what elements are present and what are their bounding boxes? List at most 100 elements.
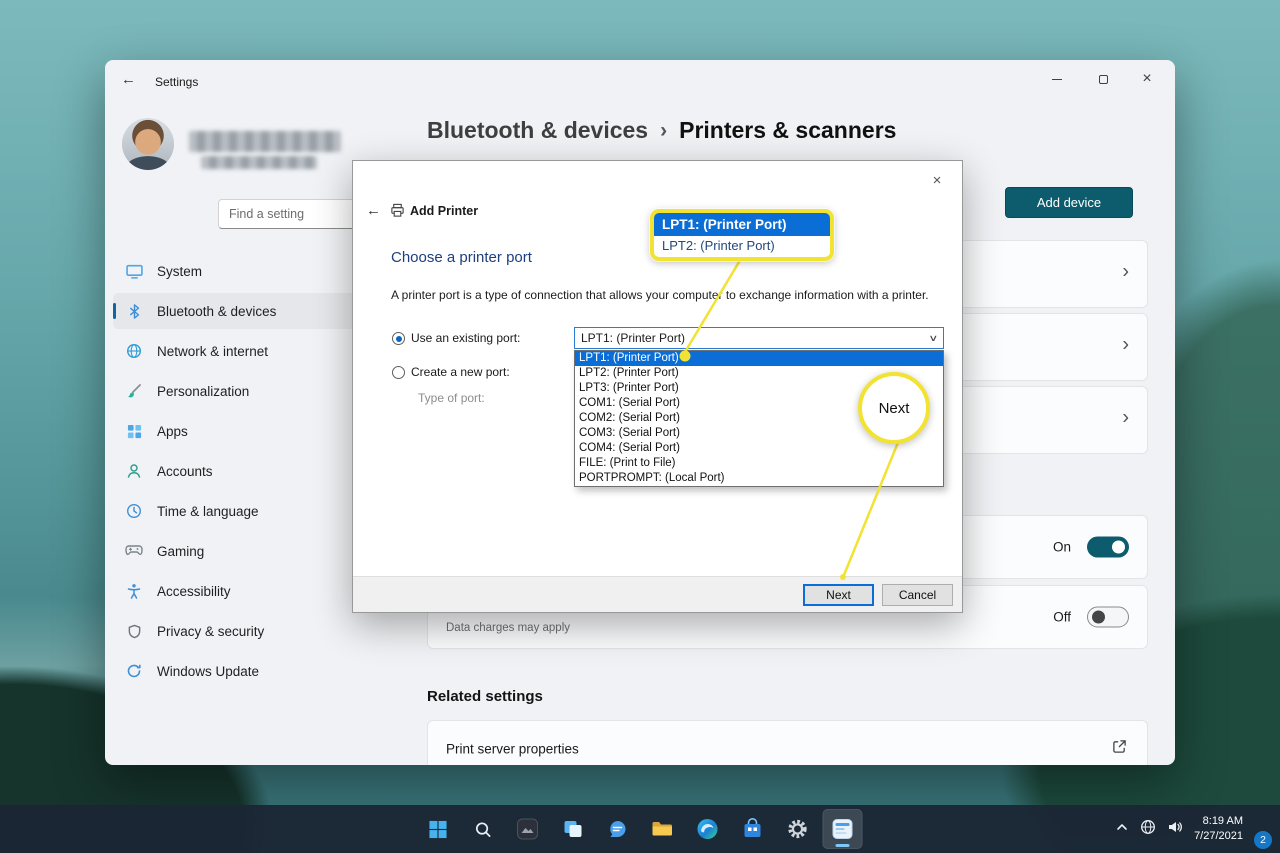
clock[interactable]: 8:19 AM 7/27/2021 bbox=[1194, 814, 1243, 845]
active-app-icon bbox=[832, 819, 853, 839]
sidebar-item-time-language[interactable]: Time & language bbox=[113, 493, 391, 529]
volume-tray-button[interactable] bbox=[1167, 819, 1183, 840]
store-icon bbox=[744, 818, 761, 837]
settings-taskbar-button[interactable] bbox=[778, 809, 818, 849]
pinned-app-dark-button[interactable] bbox=[508, 809, 548, 849]
gaming-icon bbox=[125, 545, 143, 557]
network-tray-button[interactable] bbox=[1140, 819, 1156, 840]
sidebar-item-bluetooth-devices[interactable]: Bluetooth & devices bbox=[113, 293, 391, 329]
sidebar-item-apps[interactable]: Apps bbox=[113, 413, 391, 449]
port-callout: LPT1: (Printer Port) LPT2: (Printer Port… bbox=[650, 209, 834, 261]
dialog-back-button[interactable]: ← bbox=[366, 202, 381, 219]
running-indicator bbox=[835, 844, 850, 847]
settings-back-button[interactable]: ← bbox=[121, 71, 136, 88]
chevron-up-icon bbox=[1117, 823, 1127, 830]
apps-icon bbox=[125, 424, 143, 439]
radio-create-new-label: Create a new port: bbox=[411, 365, 510, 379]
dialog-title: Add Printer bbox=[410, 204, 479, 218]
tray-date: 7/27/2021 bbox=[1194, 830, 1243, 842]
window-title: Settings bbox=[155, 75, 199, 89]
type-of-port-label: Type of port: bbox=[418, 391, 485, 405]
cancel-button[interactable]: Cancel bbox=[882, 584, 953, 606]
settings-sidebar: System Bluetooth & devices Network & int… bbox=[113, 253, 391, 693]
taskbar: 8:19 AM 7/27/2021 2 bbox=[0, 805, 1280, 853]
chevron-down-icon: ∨ bbox=[928, 332, 939, 343]
file-explorer-button[interactable] bbox=[643, 809, 683, 849]
radio-create-new-port[interactable] bbox=[392, 366, 405, 379]
personalization-icon bbox=[125, 383, 143, 399]
dialog-footer: Next Cancel bbox=[353, 576, 962, 612]
network-icon bbox=[125, 343, 143, 359]
active-app-button[interactable] bbox=[822, 809, 863, 849]
sidebar-item-label: Personalization bbox=[157, 383, 250, 399]
start-button[interactable] bbox=[418, 809, 458, 849]
gear-icon bbox=[788, 819, 807, 839]
print-server-label: Print server properties bbox=[446, 741, 579, 757]
task-view-button[interactable] bbox=[553, 809, 593, 849]
globe-icon bbox=[1141, 819, 1156, 834]
breadcrumb-bluetooth-devices[interactable]: Bluetooth & devices bbox=[427, 117, 648, 144]
toggle-switch-off[interactable] bbox=[1087, 606, 1129, 628]
system-icon bbox=[125, 263, 143, 280]
dialog-close-button[interactable]: × bbox=[922, 169, 952, 191]
print-server-properties-row[interactable]: Print server properties bbox=[427, 720, 1148, 765]
bluetooth-icon bbox=[125, 303, 143, 319]
desktop: ← Settings × System Bluetooth & devices … bbox=[0, 0, 1280, 853]
time-language-icon bbox=[125, 503, 143, 519]
dialog-heading: Choose a printer port bbox=[391, 249, 532, 266]
port-option[interactable]: FILE: (Print to File) bbox=[575, 456, 943, 471]
sidebar-item-label: Time & language bbox=[157, 503, 259, 519]
sidebar-item-network[interactable]: Network & internet bbox=[113, 333, 391, 369]
toggle-knob bbox=[1112, 540, 1125, 554]
close-icon: × bbox=[932, 171, 942, 189]
next-button-callout: Next bbox=[858, 372, 930, 444]
printer-icon bbox=[390, 203, 405, 223]
notification-badge[interactable]: 2 bbox=[1254, 831, 1272, 849]
sidebar-item-label: Bluetooth & devices bbox=[157, 303, 277, 319]
external-link-icon bbox=[1112, 739, 1127, 759]
toggle-switch-on[interactable] bbox=[1087, 536, 1129, 558]
sidebar-item-windows-update[interactable]: Windows Update bbox=[113, 653, 391, 689]
port-combobox[interactable]: LPT1: (Printer Port) ∨ bbox=[574, 327, 944, 349]
toggle-state-label: Off bbox=[1053, 609, 1071, 625]
sidebar-item-label: Network & internet bbox=[157, 343, 269, 359]
task-view-icon bbox=[564, 821, 582, 837]
sidebar-item-personalization[interactable]: Personalization bbox=[113, 373, 391, 409]
user-avatar bbox=[122, 118, 174, 170]
next-callout-label: Next bbox=[878, 399, 910, 417]
store-button[interactable] bbox=[733, 809, 773, 849]
sidebar-item-label: Apps bbox=[157, 423, 188, 439]
sidebar-item-system[interactable]: System bbox=[113, 253, 391, 289]
edge-icon bbox=[697, 819, 718, 839]
chevron-right-icon: › bbox=[1122, 406, 1129, 429]
speaker-icon bbox=[1169, 821, 1182, 832]
dialog-description: A printer port is a type of connection t… bbox=[391, 288, 929, 302]
port-option[interactable]: LPT1: (Printer Port) bbox=[575, 351, 943, 366]
breadcrumb: Bluetooth & devices › Printers & scanner… bbox=[427, 117, 896, 144]
edge-button[interactable] bbox=[688, 809, 728, 849]
tray-chevron-button[interactable] bbox=[1115, 820, 1129, 839]
breadcrumb-printers-scanners: Printers & scanners bbox=[679, 117, 897, 143]
port-callout-selected: LPT1: (Printer Port) bbox=[654, 213, 830, 236]
search-button[interactable] bbox=[463, 809, 503, 849]
sidebar-item-label: Windows Update bbox=[157, 663, 260, 679]
sidebar-item-privacy-security[interactable]: Privacy & security bbox=[113, 613, 391, 649]
next-button[interactable]: Next bbox=[803, 584, 874, 606]
sidebar-item-gaming[interactable]: Gaming bbox=[113, 533, 391, 569]
sidebar-item-label: Accounts bbox=[157, 463, 213, 479]
sidebar-item-label: Accessibility bbox=[157, 583, 231, 599]
port-option[interactable]: PORTPROMPT: (Local Port) bbox=[575, 471, 943, 486]
radio-use-existing-label: Use an existing port: bbox=[411, 331, 521, 345]
add-device-button[interactable]: Add device bbox=[1005, 187, 1133, 218]
sidebar-item-accounts[interactable]: Accounts bbox=[113, 453, 391, 489]
breadcrumb-separator-icon: › bbox=[660, 118, 668, 142]
accounts-icon bbox=[125, 463, 143, 479]
taskbar-center-icons bbox=[418, 809, 863, 849]
radio-use-existing-port[interactable] bbox=[392, 332, 405, 345]
sidebar-item-accessibility[interactable]: Accessibility bbox=[113, 573, 391, 609]
chat-button[interactable] bbox=[598, 809, 638, 849]
windows-logo-icon bbox=[428, 820, 447, 838]
port-combobox-value: LPT1: (Printer Port) bbox=[581, 331, 686, 345]
sidebar-item-label: Privacy & security bbox=[157, 623, 265, 639]
windows-update-icon bbox=[125, 663, 143, 679]
